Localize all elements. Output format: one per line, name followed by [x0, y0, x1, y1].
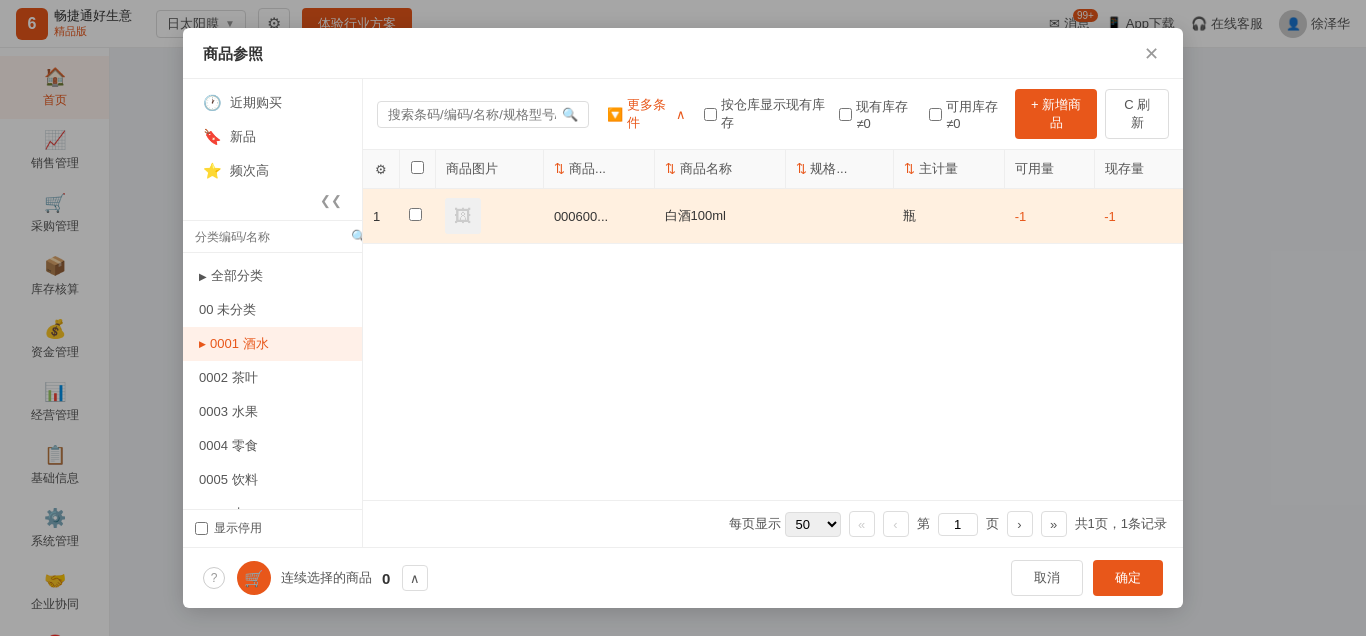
row-index: 1 [363, 189, 399, 244]
product-reference-modal: 商品参照 ✕ 🕐 近期购买 🔖 [183, 28, 1183, 608]
th-unit[interactable]: ⇅ 主计量 [893, 150, 1004, 189]
collapse-arrow[interactable]: ❮❮ [195, 189, 350, 212]
row-spec [785, 189, 893, 244]
footer-collapse-button[interactable]: ∧ [402, 565, 428, 591]
modal-body: 🕐 近期购买 🔖 新品 ⭐ 频次高 ❮❮ [183, 79, 1183, 547]
checkbox-col[interactable] [399, 150, 435, 189]
row-image: 🖼 [435, 189, 544, 244]
row-code: 000600... [544, 189, 655, 244]
product-search-input[interactable] [388, 107, 556, 122]
available-checkbox[interactable] [929, 108, 942, 121]
modal-close-button[interactable]: ✕ [1139, 42, 1163, 66]
category-search: 🔍 [183, 221, 362, 253]
prev-page-button[interactable]: ‹ [883, 511, 909, 537]
total-info: 共1页，1条记录 [1075, 515, 1167, 533]
cart-area: 🛒 连续选择的商品 0 [237, 561, 390, 595]
warehouse-stock-filter[interactable]: 按仓库显示现有库存 [704, 96, 826, 132]
footer-actions: 取消 确定 [1011, 560, 1163, 596]
product-search-box: 🔍 [377, 101, 589, 128]
sort-icon: ⇅ [665, 161, 676, 176]
filter-icon: 🔽 [607, 107, 623, 122]
modal-toolbar: 🔍 🔽 更多条件 ∧ 按仓库显示现有库存 [363, 79, 1183, 150]
table-header-row: ⚙ 商品图片 ⇅ [363, 150, 1183, 189]
modal-header: 商品参照 ✕ [183, 28, 1183, 79]
search-icon[interactable]: 🔍 [562, 107, 578, 122]
row-select-checkbox[interactable] [409, 208, 422, 221]
add-product-button[interactable]: + 新增商品 [1015, 89, 1097, 139]
cat-water[interactable]: 0008 水 [183, 497, 362, 509]
th-image: 商品图片 [435, 150, 544, 189]
sort-icon: ⇅ [554, 161, 565, 176]
sort-icon: ⇅ [904, 161, 915, 176]
th-stock: 现存量 [1094, 150, 1183, 189]
cat-fruit[interactable]: 0003 水果 [183, 395, 362, 429]
refresh-button[interactable]: C 刷新 [1105, 89, 1169, 139]
star-icon: ⭐ [203, 162, 222, 180]
nonzero-stock-filter[interactable]: 现有库存≠0 [839, 98, 915, 131]
first-page-button[interactable]: « [849, 511, 875, 537]
cat-beverage[interactable]: 0005 饮料 [183, 463, 362, 497]
cat-all[interactable]: ▶ 全部分类 [183, 259, 362, 293]
settings-col[interactable]: ⚙ [363, 150, 399, 189]
cat-uncategorized[interactable]: 00 未分类 [183, 293, 362, 327]
product-table: ⚙ 商品图片 ⇅ [363, 150, 1183, 244]
nonzero-checkbox[interactable] [839, 108, 852, 121]
sort-icon: ⇅ [796, 161, 807, 176]
last-page-button[interactable]: » [1041, 511, 1067, 537]
select-all-checkbox[interactable] [411, 161, 424, 174]
row-available: -1 [1005, 189, 1095, 244]
per-page-select[interactable]: 50 100 200 [785, 512, 841, 537]
toolbar-right: + 新增商品 C 刷新 [1015, 89, 1169, 139]
new-icon: 🔖 [203, 128, 222, 146]
quick-frequent[interactable]: ⭐ 频次高 [195, 155, 350, 187]
modal-overlay: 商品参照 ✕ 🕐 近期购买 🔖 [0, 0, 1366, 636]
help-button[interactable]: ? [203, 567, 225, 589]
show-disabled-checkbox[interactable] [195, 522, 208, 535]
cart-icon: 🛒 [237, 561, 271, 595]
page-label: 第 [917, 515, 930, 533]
cancel-button[interactable]: 取消 [1011, 560, 1083, 596]
th-name[interactable]: ⇅ 商品名称 [655, 150, 786, 189]
th-available: 可用量 [1005, 150, 1095, 189]
more-filters-button[interactable]: 🔽 更多条件 ∧ [599, 91, 694, 137]
category-search-icon[interactable]: 🔍 [351, 229, 363, 244]
row-name: 白酒100ml [655, 189, 786, 244]
next-page-button[interactable]: › [1007, 511, 1033, 537]
show-disabled-area: 显示停用 [183, 509, 362, 547]
warehouse-checkbox[interactable] [704, 108, 717, 121]
chevron-up-icon: ∧ [676, 107, 686, 122]
quick-filters: 🕐 近期购买 🔖 新品 ⭐ 频次高 ❮❮ [183, 79, 362, 221]
table-row[interactable]: 1 🖼 000600... 白酒100ml [363, 189, 1183, 244]
cat-alcohol[interactable]: ▶ 0001 酒水 [183, 327, 362, 361]
available-stock-filter[interactable]: 可用库存≠0 [929, 98, 1005, 131]
category-sidebar: 🕐 近期购买 🔖 新品 ⭐ 频次高 ❮❮ [183, 79, 363, 547]
row-checkbox[interactable] [399, 189, 435, 244]
product-thumbnail: 🖼 [445, 198, 481, 234]
row-stock: -1 [1094, 189, 1183, 244]
category-list: ▶ 全部分类 00 未分类 ▶ 0001 酒水 0002 茶 [183, 253, 362, 509]
clock-icon: 🕐 [203, 94, 222, 112]
quick-recent[interactable]: 🕐 近期购买 [195, 87, 350, 119]
active-arrow: ▶ [199, 339, 206, 349]
cat-snack[interactable]: 0004 零食 [183, 429, 362, 463]
pagination: 每页显示 50 100 200 « ‹ 第 页 [363, 500, 1183, 547]
product-table-container: ⚙ 商品图片 ⇅ [363, 150, 1183, 500]
quick-new[interactable]: 🔖 新品 [195, 121, 350, 153]
confirm-button[interactable]: 确定 [1093, 560, 1163, 596]
page-suffix: 页 [986, 515, 999, 533]
cat-tea[interactable]: 0002 茶叶 [183, 361, 362, 395]
page-size-selector: 每页显示 50 100 200 [729, 512, 841, 537]
th-code[interactable]: ⇅ 商品... [544, 150, 655, 189]
modal-right: 🔍 🔽 更多条件 ∧ 按仓库显示现有库存 [363, 79, 1183, 547]
modal-title: 商品参照 [203, 45, 263, 64]
row-unit: 瓶 [893, 189, 1004, 244]
page-number-input[interactable] [938, 513, 978, 536]
modal-footer: ? 🛒 连续选择的商品 0 ∧ 取消 确定 [183, 547, 1183, 608]
main-layout: 🏠 首页 📈 销售管理 🛒 采购管理 📦 库存核算 💰 资金管理 📊 经营管理 … [0, 48, 1366, 636]
category-search-input[interactable] [195, 230, 345, 244]
content-area: 商品参照 ✕ 🕐 近期购买 🔖 [110, 48, 1366, 636]
filter-checkboxes: 按仓库显示现有库存 现有库存≠0 可用库存≠0 [704, 96, 1005, 132]
th-spec[interactable]: ⇅ 规格... [785, 150, 893, 189]
expand-icon: ▶ [199, 271, 207, 282]
